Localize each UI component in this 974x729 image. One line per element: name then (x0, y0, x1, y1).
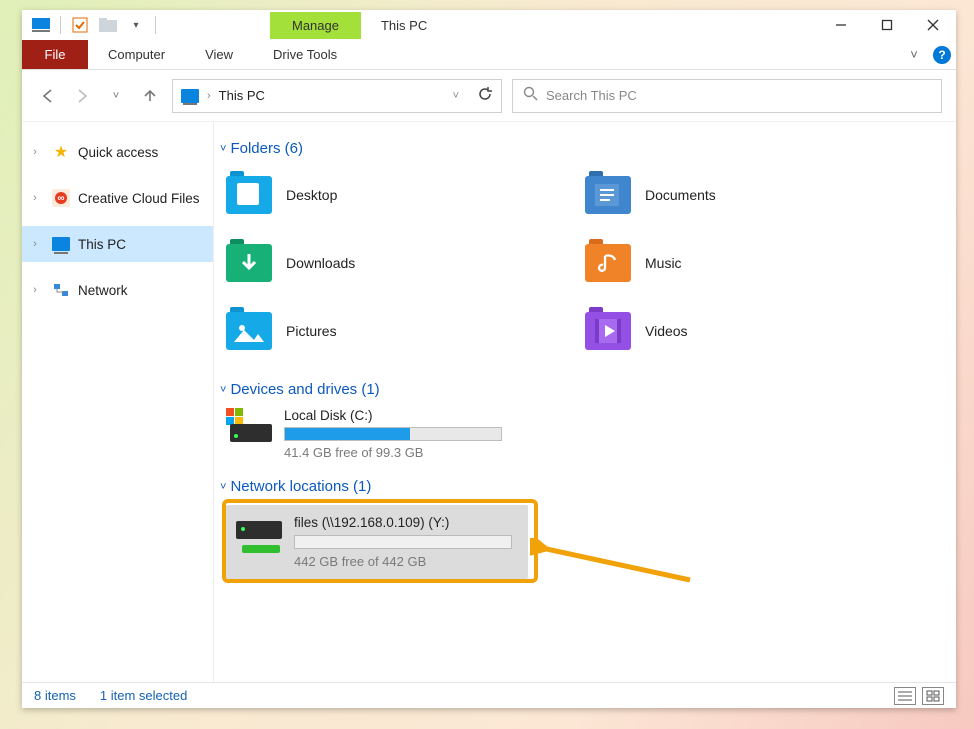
folder-label: Videos (645, 323, 688, 339)
window-title: This PC (381, 18, 427, 33)
view-large-icons-button[interactable] (922, 687, 944, 705)
qat-folder-icon[interactable] (95, 12, 121, 38)
folder-label: Pictures (286, 323, 337, 339)
folder-documents[interactable]: Documents (585, 171, 944, 219)
collapse-icon: ˅ (220, 384, 226, 396)
sidebar-item-label: Creative Cloud Files (78, 191, 200, 206)
folder-downloads[interactable]: Downloads (226, 239, 585, 287)
group-header-folders[interactable]: ˅ Folders (6) (214, 130, 944, 161)
search-box[interactable]: Search This PC (512, 79, 942, 113)
desktop-icon (226, 176, 272, 214)
sidebar-item-label: Quick access (78, 145, 158, 160)
folder-desktop[interactable]: Desktop (226, 171, 585, 219)
folder-pictures[interactable]: Pictures (226, 307, 585, 355)
nav-back-icon[interactable] (36, 84, 60, 108)
maximize-button[interactable] (864, 10, 910, 40)
qat-properties-icon[interactable] (67, 12, 93, 38)
folder-label: Music (645, 255, 682, 271)
folder-label: Documents (645, 187, 716, 203)
collapse-icon: ˅ (220, 481, 226, 493)
network-drive-free-text: 442 GB free of 442 GB (294, 554, 512, 569)
minimize-button[interactable] (818, 10, 864, 40)
sidebar-item-this-pc[interactable]: › This PC (22, 226, 213, 262)
documents-icon (585, 176, 631, 214)
status-bar: 8 items 1 item selected (22, 682, 956, 708)
status-item-count: 8 items (34, 688, 76, 703)
sidebar-item-label: This PC (78, 237, 126, 252)
nav-recent-icon[interactable]: ˅ (104, 84, 128, 108)
content-pane: ˅ Folders (6) Desktop (214, 122, 956, 682)
search-placeholder: Search This PC (546, 88, 637, 103)
group-header-network-locations[interactable]: ˅ Network locations (1) (214, 468, 944, 499)
collapse-icon: ˅ (220, 143, 226, 155)
tab-file[interactable]: File (22, 40, 88, 69)
system-menu-icon[interactable] (28, 12, 54, 38)
quick-access-toolbar: ▾ (22, 12, 160, 38)
refresh-icon[interactable] (477, 86, 493, 105)
navigation-toolbar: ˅ › This PC ˅ Search This PC (22, 70, 956, 122)
sidebar-item-network[interactable]: › Network (22, 272, 213, 308)
drive-local-disk-c[interactable]: Local Disk (C:) 41.4 GB free of 99.3 GB (214, 402, 944, 468)
network-drive-y[interactable]: files (\\192.168.0.109) (Y:) 442 GB free… (226, 505, 528, 579)
drive-usage-bar (284, 427, 502, 441)
music-icon (585, 244, 631, 282)
tab-drive-tools[interactable]: Drive Tools (253, 40, 357, 69)
close-button[interactable] (910, 10, 956, 40)
ribbon-context-tab-header: Manage (270, 12, 361, 39)
pictures-icon (226, 312, 272, 350)
group-header-label: Folders (6) (230, 140, 303, 157)
ribbon-expand-icon[interactable]: ˅ (900, 40, 928, 69)
drive-icon (226, 408, 272, 442)
expand-icon[interactable]: › (26, 238, 44, 250)
expand-icon[interactable]: › (26, 284, 44, 296)
expand-icon[interactable]: › (26, 192, 44, 204)
address-location-icon (181, 89, 199, 103)
sidebar-item-label: Network (78, 283, 128, 298)
group-header-label: Devices and drives (1) (230, 381, 379, 398)
expand-icon[interactable]: › (26, 146, 44, 158)
window-controls (818, 10, 956, 40)
drive-label: Local Disk (C:) (284, 408, 502, 423)
folder-label: Downloads (286, 255, 355, 271)
creative-cloud-icon: ∞ (52, 189, 70, 207)
network-icon (52, 281, 70, 299)
videos-icon (585, 312, 631, 350)
status-selection-count: 1 item selected (100, 688, 187, 703)
ribbon-tabs: File Computer View Drive Tools ˅ ? (22, 40, 956, 70)
address-dropdown-icon[interactable]: ˅ (453, 90, 459, 102)
group-header-devices[interactable]: ˅ Devices and drives (1) (214, 371, 944, 402)
network-drive-label: files (\\192.168.0.109) (Y:) (294, 515, 512, 530)
monitor-icon (52, 235, 70, 253)
tab-view[interactable]: View (185, 40, 253, 69)
view-details-button[interactable] (894, 687, 916, 705)
folder-videos[interactable]: Videos (585, 307, 944, 355)
sidebar-item-quick-access[interactable]: › ★ Quick access (22, 134, 213, 170)
network-drive-usage-bar (294, 535, 512, 549)
sidebar-item-creative-cloud[interactable]: › ∞ Creative Cloud Files (22, 180, 213, 216)
navigation-pane: › ★ Quick access › ∞ Creative Cloud File… (22, 122, 214, 682)
window-titlebar: ▾ Manage This PC (22, 10, 956, 40)
folder-label: Desktop (286, 187, 337, 203)
group-header-label: Network locations (1) (230, 478, 371, 495)
nav-up-icon[interactable] (138, 84, 162, 108)
breadcrumb-chevron-icon[interactable]: › (207, 90, 211, 102)
folder-music[interactable]: Music (585, 239, 944, 287)
tab-computer[interactable]: Computer (88, 40, 185, 69)
address-text[interactable]: This PC (219, 88, 265, 103)
network-drive-icon (236, 521, 282, 553)
file-explorer-window: ▾ Manage This PC File Computer View Driv… (22, 10, 956, 708)
star-icon: ★ (52, 143, 70, 161)
downloads-icon (226, 244, 272, 282)
drive-free-text: 41.4 GB free of 99.3 GB (284, 445, 502, 460)
nav-forward-icon[interactable] (70, 84, 94, 108)
search-icon (523, 86, 538, 106)
help-button[interactable]: ? (928, 40, 956, 69)
qat-dropdown-icon[interactable]: ▾ (123, 12, 149, 38)
address-bar[interactable]: › This PC ˅ (172, 79, 502, 113)
